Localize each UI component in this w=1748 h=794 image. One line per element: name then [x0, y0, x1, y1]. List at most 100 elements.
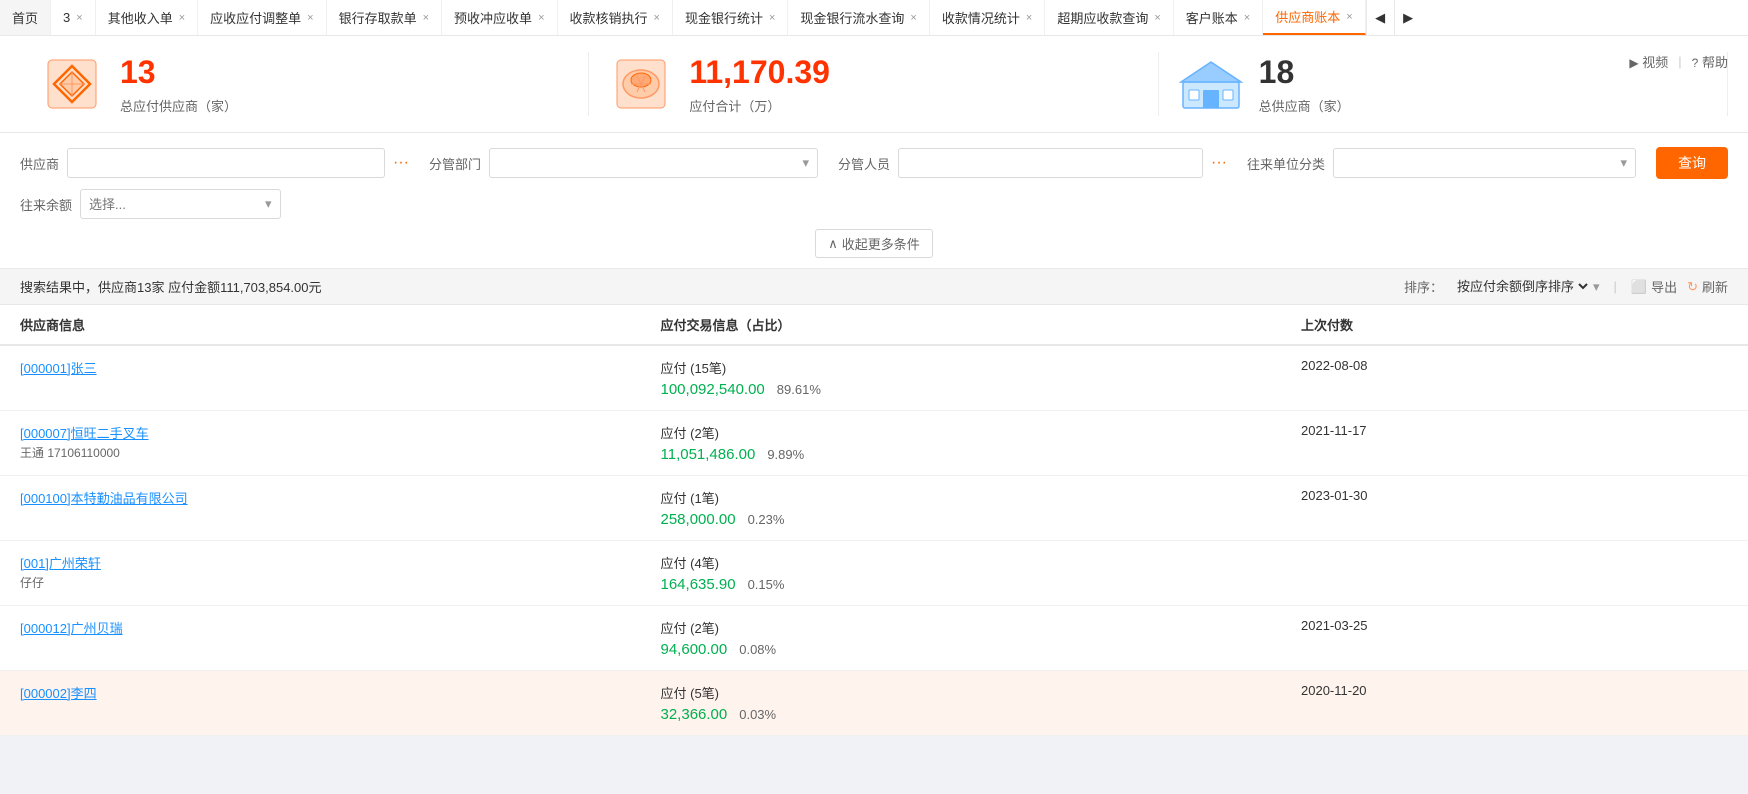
supplier-cell-5: [000002]李四: [20, 683, 661, 702]
supplier-sub-3: 仔仔: [20, 574, 661, 591]
sort-chevron-icon: ▾: [1593, 279, 1600, 295]
nav-prepay-collection[interactable]: 预收冲应收单 ×: [442, 0, 557, 35]
payable-amount-4[interactable]: 94,600.00: [661, 641, 728, 658]
supplier-input[interactable]: [67, 148, 385, 178]
nav-home[interactable]: 首页: [0, 0, 51, 35]
nav-collection-exec[interactable]: 收款核销执行 ×: [558, 0, 673, 35]
last-pay-cell-1: 2021-11-17: [1301, 423, 1728, 438]
result-summary: 搜索结果中，供应商13家 应付金额111,703,854.00元: [20, 277, 322, 296]
close-icon[interactable]: ×: [1346, 11, 1352, 23]
nav-cash-bank-stats[interactable]: 现金银行统计 ×: [673, 0, 788, 35]
nav-next-arrow[interactable]: ▶: [1394, 0, 1422, 36]
nav-supplier-ledger[interactable]: 供应商账本 ×: [1263, 0, 1365, 35]
table-header: 供应商信息 应付交易信息（占比） 上次付数: [0, 305, 1748, 346]
col-last-pay: 上次付数: [1301, 315, 1728, 334]
nav-bank-deposit[interactable]: 银行存取款单 ×: [327, 0, 442, 35]
category-input[interactable]: [1342, 149, 1620, 177]
rice-icon: [609, 52, 673, 116]
supplier-dots-icon[interactable]: ···: [393, 154, 409, 172]
close-icon[interactable]: ×: [654, 12, 660, 24]
close-icon[interactable]: ×: [538, 12, 544, 24]
collapse-filters-button[interactable]: ∧ 收起更多条件: [815, 229, 933, 258]
sort-select[interactable]: 按应付余额倒序排序: [1453, 278, 1591, 295]
payable-row-1: 11,051,486.00 9.89%: [661, 446, 1302, 463]
close-icon[interactable]: ×: [1154, 12, 1160, 24]
last-pay-cell-5: 2020-11-20: [1301, 683, 1728, 698]
supplier-link-3[interactable]: [001]广州荣轩: [20, 556, 101, 571]
export-button[interactable]: ⬜ 导出: [1631, 277, 1677, 296]
supplier-cell-0: [000001]张三: [20, 358, 661, 377]
store-icon: [1179, 52, 1243, 116]
nav-ar-ap-adjust[interactable]: 应收应付调整单 ×: [198, 0, 326, 35]
filter-balance: 往来余额 ▾: [20, 189, 281, 219]
payable-cell-2: 应付 (1笔) 258,000.00 0.23%: [661, 488, 1302, 528]
table-row: [000007]恒旺二手叉车 王通 17106110000 应付 (2笔) 11…: [0, 411, 1748, 476]
header-actions: ▶ 视频 | ? 帮助: [1629, 52, 1728, 71]
nav-overdue-ar[interactable]: 超期应收款查询 ×: [1045, 0, 1173, 35]
last-pay-cell-2: 2023-01-30: [1301, 488, 1728, 503]
payable-amount-5[interactable]: 32,366.00: [661, 706, 728, 723]
payable-pct-0: 89.61%: [777, 382, 821, 397]
payable-cell-4: 应付 (2笔) 94,600.00 0.08%: [661, 618, 1302, 658]
payable-amount-3[interactable]: 164,635.90: [661, 576, 736, 593]
refresh-icon: ↻: [1687, 279, 1698, 295]
close-icon[interactable]: ×: [179, 12, 185, 24]
payable-pct-3: 0.15%: [748, 577, 785, 592]
payable-amount-0[interactable]: 100,092,540.00: [661, 381, 765, 398]
close-icon[interactable]: ×: [1026, 12, 1032, 24]
payable-amount-1[interactable]: 11,051,486.00: [661, 446, 756, 463]
last-pay-date-1: 2021-11-17: [1301, 423, 1367, 438]
supplier-link-5[interactable]: [000002]李四: [20, 686, 97, 701]
query-button[interactable]: 查询: [1656, 147, 1728, 179]
person-input[interactable]: [898, 148, 1203, 178]
table-body: [000001]张三 应付 (15笔) 100,092,540.00 89.61…: [0, 346, 1748, 736]
sort-label: 排序：: [1404, 277, 1443, 296]
close-icon[interactable]: ×: [910, 12, 916, 24]
result-actions: 排序： 按应付余额倒序排序 ▾ | ⬜ 导出 ↻ 刷新: [1404, 277, 1728, 296]
filter-category: 往来单位分类 ▾: [1247, 148, 1636, 178]
payable-cell-1: 应付 (2笔) 11,051,486.00 9.89%: [661, 423, 1302, 463]
close-icon[interactable]: ×: [769, 12, 775, 24]
payable-pct-1: 9.89%: [767, 447, 804, 462]
payable-amount-2[interactable]: 258,000.00: [661, 511, 736, 528]
payable-label-5: 应付 (5笔): [661, 683, 1302, 702]
nav-customer-ledger[interactable]: 客户账本 ×: [1174, 0, 1263, 35]
nav-collection-stats[interactable]: 收款情况统计 ×: [930, 0, 1045, 35]
last-pay-date-2: 2023-01-30: [1301, 488, 1368, 503]
dept-input[interactable]: [498, 149, 802, 177]
supplier-link-0[interactable]: [000001]张三: [20, 361, 97, 376]
balance-input[interactable]: [89, 190, 265, 218]
close-icon[interactable]: ×: [76, 12, 82, 24]
close-icon[interactable]: ×: [307, 12, 313, 24]
close-icon[interactable]: ×: [1244, 12, 1250, 24]
dept-chevron-icon: ▾: [802, 155, 809, 171]
stat-content-total-suppliers: 18 总供应商（家）: [1259, 53, 1350, 114]
col-payable-info: 应付交易信息（占比）: [661, 315, 1302, 334]
person-dots-icon[interactable]: ···: [1211, 154, 1227, 172]
payable-label-3: 应付 (4笔): [661, 553, 1302, 572]
refresh-button[interactable]: ↻ 刷新: [1687, 277, 1728, 296]
filter-supplier: 供应商 ···: [20, 148, 409, 178]
supplier-link-1[interactable]: [000007]恒旺二手叉车: [20, 426, 149, 441]
nav-other-income[interactable]: 其他收入单 ×: [96, 0, 198, 35]
stat-block-payable-total: 11,170.39 应付合计（万）: [589, 52, 1158, 116]
supplier-link-4[interactable]: [000012]广州贝瑞: [20, 621, 123, 636]
close-icon[interactable]: ×: [423, 12, 429, 24]
supplier-link-2[interactable]: [000100]本特勤油品有限公司: [20, 491, 188, 506]
nav-prev-arrow[interactable]: ◀: [1366, 0, 1394, 36]
help-link[interactable]: ? 帮助: [1692, 52, 1728, 71]
payable-label-1: 应付 (2笔): [661, 423, 1302, 442]
nav-cash-flow-query[interactable]: 现金银行流水查询 ×: [788, 0, 929, 35]
payable-pct-2: 0.23%: [748, 512, 785, 527]
total-suppliers-label: 总供应商（家）: [1259, 96, 1350, 115]
payable-row-3: 164,635.90 0.15%: [661, 576, 1302, 593]
top-nav: 首页 3 × 其他收入单 × 应收应付调整单 × 银行存取款单 × 预收冲应收单…: [0, 0, 1748, 36]
payable-total-label: 应付合计（万）: [689, 96, 830, 115]
video-link[interactable]: ▶ 视频: [1629, 52, 1668, 71]
payable-cell-3: 应付 (4笔) 164,635.90 0.15%: [661, 553, 1302, 593]
balance-filter-label: 往来余额: [20, 195, 72, 214]
result-text: 搜索结果中，供应商13家 应付金额111,703,854.00元: [20, 277, 322, 296]
payable-suppliers-count: 13: [120, 53, 237, 91]
last-pay-date-5: 2020-11-20: [1301, 683, 1367, 698]
nav-tab-3[interactable]: 3 ×: [51, 0, 96, 35]
